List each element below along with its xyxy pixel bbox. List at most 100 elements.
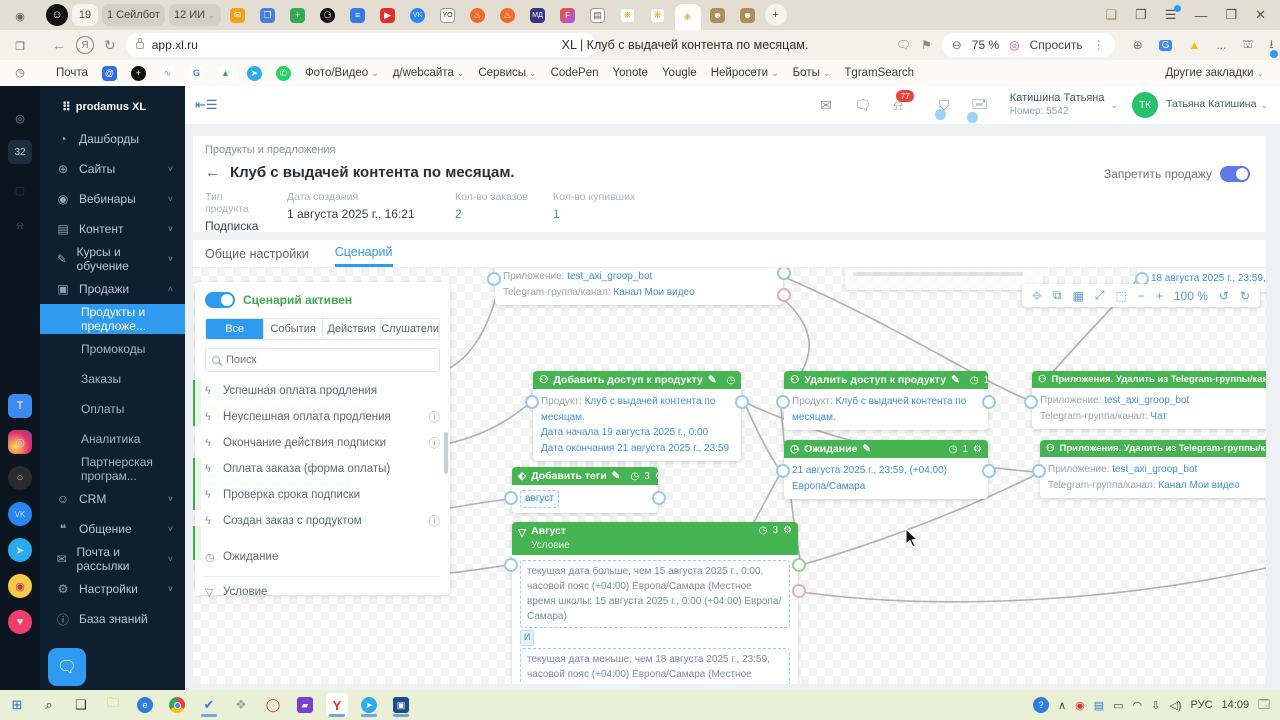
scenario-active-toggle[interactable]: [205, 292, 235, 308]
tab-scenario[interactable]: Сценарий: [334, 240, 393, 267]
bell-icon[interactable]: ⍾: [8, 214, 32, 238]
task-view-icon[interactable]: ❑: [70, 693, 92, 717]
output-port[interactable]: [982, 395, 996, 409]
more-extensions[interactable]: ...: [1216, 38, 1226, 52]
circle-app-icon[interactable]: ○: [8, 466, 32, 490]
output-port[interactable]: [982, 464, 996, 478]
output-port-true[interactable]: [792, 558, 806, 572]
sidebar-item-analytics[interactable]: Аналитика: [40, 424, 185, 454]
start-button[interactable]: ⊞: [6, 693, 28, 717]
kebab-icon[interactable]: ⋮: [1093, 38, 1105, 52]
help-icon[interactable]: ?: [1033, 697, 1050, 713]
input-port[interactable]: [487, 272, 501, 286]
yandex-button[interactable]: Я: [76, 36, 94, 54]
node-apps-remove-2[interactable]: ⚇ Приложения. Удалить из Telegram-группы/…: [1032, 440, 1266, 498]
download-icon[interactable]: ⭳: [1269, 35, 1278, 58]
at-icon[interactable]: @: [101, 65, 117, 81]
channel-link[interactable]: Канал Мои видео: [613, 287, 694, 298]
bookmark-photo[interactable]: Фото/Видео ⌄: [305, 67, 379, 79]
translate-icon[interactable]: G: [1158, 39, 1173, 51]
buyers-count-link[interactable]: 1: [553, 207, 643, 221]
tab-md[interactable]: МД: [525, 4, 551, 26]
input-port[interactable]: [525, 395, 539, 409]
vk-circle-icon[interactable]: VK: [8, 502, 32, 526]
input-port[interactable]: [504, 491, 518, 505]
record-icon[interactable]: ◎: [8, 106, 32, 130]
tab-docs[interactable]: ≡: [345, 4, 371, 26]
user-avatar[interactable]: ТК: [1132, 92, 1159, 118]
tab-sheets[interactable]: +: [285, 4, 311, 26]
history-clock-icon[interactable]: ◷: [8, 60, 32, 84]
user-menu[interactable]: Татьяна Катишина: [1166, 98, 1256, 111]
breadcrumb[interactable]: Продукты и предложения: [205, 144, 1254, 156]
tab-vk[interactable]: VK: [405, 4, 431, 26]
tab-person-2[interactable]: ☻: [735, 4, 761, 26]
sidebar-item-crm[interactable]: ☺ CRM ˅: [40, 484, 185, 514]
fit-screen-icon[interactable]: ⤢: [1095, 288, 1105, 303]
sidebar-item-sites[interactable]: ⊕ Сайты ˅: [40, 154, 185, 184]
sidebar-item-content[interactable]: ▤ Контент ˅: [40, 214, 185, 244]
node-remove-access[interactable]: ⚇Удалить доступ к продукту✎◷1⚙ Продукт: …: [776, 371, 996, 430]
sidebar-collapse-icon[interactable]: ⇤☰: [195, 97, 218, 113]
gear-icon[interactable]: ⚙: [655, 471, 658, 482]
mic-icon[interactable]: ⇩: [1151, 699, 1160, 712]
blue-app-icon[interactable]: ▣: [390, 693, 412, 717]
channel-link[interactable]: Чат: [1150, 411, 1167, 422]
search-input[interactable]: [226, 354, 406, 366]
event-item[interactable]: ϟ Окончание действия подписки ⓘ: [205, 430, 440, 456]
bookmark-tgram[interactable]: TgramSearch: [844, 67, 914, 79]
info-icon[interactable]: ⓘ: [429, 513, 441, 529]
file-explorer-icon[interactable]: 🗀: [102, 693, 124, 717]
channel-link[interactable]: Канал Мои видео: [1158, 480, 1239, 491]
zoom-out-icon[interactable]: ⊖: [952, 38, 962, 52]
panel-tab-listeners[interactable]: Слушатели: [380, 319, 439, 339]
bookmark-yougle[interactable]: Yougle: [662, 67, 697, 79]
bookmark-codepen[interactable]: CodePen: [551, 67, 599, 79]
tab-scenario-1[interactable]: ❋: [615, 4, 641, 26]
frame-icon[interactable]: ⬚: [1115, 289, 1126, 303]
copy-icon[interactable]: ⧉: [1053, 288, 1062, 303]
bot-link[interactable]: test_axi_groop_bot: [1104, 395, 1189, 406]
back-icon[interactable]: ←: [52, 37, 66, 53]
restore-button[interactable]: ❐: [1225, 7, 1237, 23]
bot-link[interactable]: test_axi_groop_bot: [1112, 464, 1197, 475]
battery-icon[interactable]: ▭: [1113, 699, 1123, 712]
telegram-circle-icon[interactable]: ➤: [8, 538, 32, 562]
notifications-bell-icon[interactable]: ⍾ 77: [894, 89, 914, 114]
zoom-level[interactable]: 75 %: [972, 38, 999, 52]
panel-scrollbar[interactable]: [444, 432, 448, 474]
node-wait[interactable]: ◷ Ожидание ✎ ◷ 1 ⚙ 21 августа 2025 г., 23:59,…: [776, 440, 996, 499]
tab-fire-2[interactable]: ♨: [495, 4, 521, 26]
gallery-icon[interactable]: ❏: [1105, 7, 1117, 23]
messages-icon[interactable]: 🗨: [854, 97, 872, 114]
minimize-button[interactable]: —: [1194, 8, 1207, 23]
globe-icon[interactable]: ⊕: [1133, 38, 1143, 52]
sidebar-item-partner[interactable]: Партнерская програм...: [40, 454, 185, 484]
panel-tab-events[interactable]: События: [263, 319, 322, 339]
ads-icon[interactable]: ▲: [1188, 38, 1200, 52]
tab-scenario-2[interactable]: ❋: [645, 4, 671, 26]
mail-icon[interactable]: ✉: [820, 97, 832, 114]
edit-icon[interactable]: ✎: [862, 443, 871, 455]
paw-app-icon[interactable]: ❖: [230, 693, 252, 717]
purple-app-icon[interactable]: ▰: [294, 693, 316, 717]
drive-icon[interactable]: ▲: [217, 65, 233, 81]
plus-icon[interactable]: +: [130, 65, 146, 81]
yandex-app-icon[interactable]: Y: [326, 693, 348, 717]
clock[interactable]: 14:09: [1222, 699, 1250, 711]
condition-1[interactable]: текущая дата больше, чем 15 августа 2025…: [520, 560, 790, 629]
sidebar-item-chat[interactable]: ❝ Общение ˅: [40, 514, 185, 544]
bot-link[interactable]: test_axi_groop_bot: [567, 271, 652, 282]
input-port[interactable]: [1024, 395, 1038, 409]
condition-tool[interactable]: ▽ Условие: [205, 579, 440, 605]
sidebar-item-promocodes[interactable]: Промокоды: [40, 334, 185, 364]
new-tab-button[interactable]: +: [764, 4, 787, 26]
tab-mail[interactable]: ✉: [225, 4, 251, 26]
grid-icon[interactable]: ▦: [1073, 289, 1084, 303]
google-icon[interactable]: G: [188, 65, 204, 81]
sidebar-item-orders[interactable]: Заказы: [40, 364, 185, 394]
ask-button[interactable]: Спросить: [1030, 38, 1083, 52]
instagram-icon[interactable]: ◎: [8, 430, 32, 454]
node-apps-remove-1[interactable]: ⚇ Приложения. Удалить из Telegram-группы/…: [1024, 371, 1266, 429]
counter-badge[interactable]: 32: [8, 140, 32, 164]
